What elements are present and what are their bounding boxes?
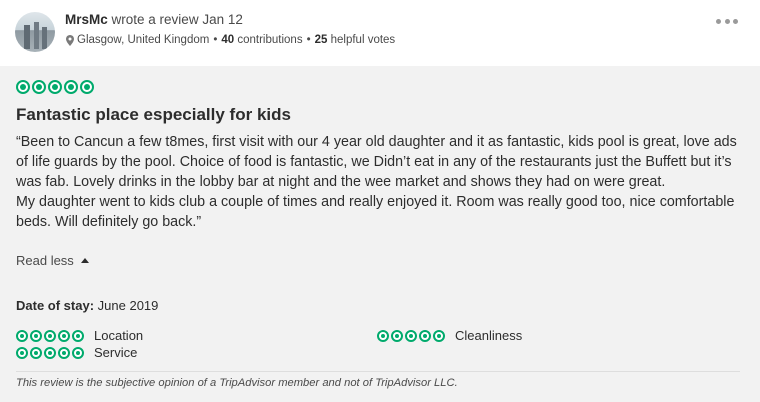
sub-rating-label: Service xyxy=(94,345,138,360)
ellipsis-icon xyxy=(716,18,721,24)
sub-rating-label: Cleanliness xyxy=(455,328,523,343)
contributions-label: contributions xyxy=(237,34,303,46)
rating-bubble-icon xyxy=(72,329,84,342)
rating-bubble-icon xyxy=(32,80,46,94)
reviewer-meta: Glasgow, United Kingdom • 40 contributio… xyxy=(66,34,395,46)
helpful-label: helpful votes xyxy=(330,34,396,46)
rating-bubble-icon xyxy=(44,346,56,359)
read-less-label: Read less xyxy=(16,253,74,268)
rating-bubble-icon xyxy=(419,329,431,342)
sub-rating-service: Service xyxy=(16,345,137,360)
rating-bubble-icon xyxy=(58,346,70,359)
overall-rating-bubbles xyxy=(16,80,96,94)
username-link[interactable]: MrsMc xyxy=(65,12,108,27)
rating-bubble-icon xyxy=(433,329,445,342)
review-paragraph: “Been to Cancun a few t8mes, first visit… xyxy=(16,134,737,190)
review-disclaimer: This review is the subjective opinion of… xyxy=(16,377,458,389)
separator-dot: • xyxy=(306,34,311,46)
sub-rating-label: Location xyxy=(94,328,144,343)
sub-rating-bubbles xyxy=(377,329,447,342)
date-of-stay-value: June 2019 xyxy=(97,298,159,313)
rating-bubble-icon xyxy=(30,346,42,359)
ellipsis-icon xyxy=(724,18,730,24)
rating-bubble-icon xyxy=(16,80,30,94)
review-header: MrsMc wrote a review Jan 12 Glasgow, Uni… xyxy=(0,0,760,66)
sub-rating-bubbles xyxy=(16,329,86,342)
contributions-count: 40 xyxy=(221,34,235,46)
review-body: Fantastic place especially for kids “Bee… xyxy=(0,66,760,402)
rating-bubble-icon xyxy=(72,346,84,359)
reviewer-line: MrsMc wrote a review Jan 12 xyxy=(65,12,243,27)
sub-rating-cleanliness: Cleanliness xyxy=(377,328,522,343)
action-text: wrote a review xyxy=(111,12,199,27)
date-of-stay: Date of stay: June 2019 xyxy=(16,298,158,313)
ellipsis-icon xyxy=(733,18,738,24)
caret-up-icon xyxy=(80,258,89,263)
avatar[interactable] xyxy=(15,12,55,52)
sub-rating-location: Location xyxy=(16,328,143,343)
rating-bubble-icon xyxy=(405,329,417,342)
rating-bubble-icon xyxy=(16,329,28,342)
rating-bubble-icon xyxy=(64,80,78,94)
rating-bubble-icon xyxy=(48,80,62,94)
rating-bubble-icon xyxy=(58,329,70,342)
separator-dot: • xyxy=(213,34,218,46)
rating-bubble-icon xyxy=(391,329,403,342)
divider xyxy=(16,371,740,372)
sub-rating-bubbles xyxy=(16,346,86,359)
location-pin-icon xyxy=(66,34,74,46)
review-text: “Been to Cancun a few t8mes, first visit… xyxy=(16,132,751,232)
rating-bubble-icon xyxy=(377,329,389,342)
review-date: Jan 12 xyxy=(202,12,243,27)
rating-bubble-icon xyxy=(80,80,94,94)
read-less-button[interactable]: Read less xyxy=(16,253,89,268)
rating-bubble-icon xyxy=(16,346,28,359)
date-of-stay-label: Date of stay: xyxy=(16,298,95,313)
rating-bubble-icon xyxy=(44,329,56,342)
more-options-button[interactable] xyxy=(716,17,738,25)
review-title[interactable]: Fantastic place especially for kids xyxy=(16,105,291,125)
helpful-count: 25 xyxy=(314,34,328,46)
review-paragraph: My daughter went to kids club a couple o… xyxy=(16,194,735,230)
rating-bubble-icon xyxy=(30,329,42,342)
reviewer-location: Glasgow, United Kingdom xyxy=(77,34,210,46)
